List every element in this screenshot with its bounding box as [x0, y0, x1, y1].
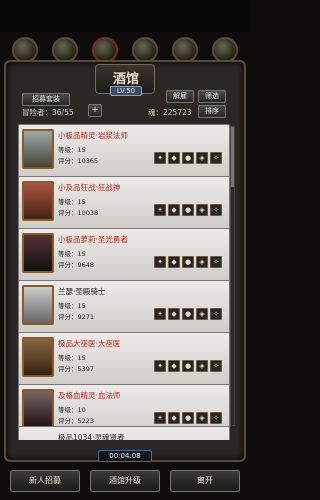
armor-slot-icon[interactable]: ◆: [168, 412, 180, 424]
weapon-slot-icon[interactable]: ✦: [154, 256, 166, 268]
tavern-upgrade-button[interactable]: 酒馆升级: [90, 470, 160, 492]
soul-count: 魂：225723: [148, 108, 192, 117]
hero-level: 等级：15: [58, 198, 86, 206]
gem-slot-icon[interactable]: ✧: [210, 308, 222, 320]
sort-button[interactable]: 排序: [198, 105, 226, 118]
ring-slot-icon[interactable]: ◈: [196, 360, 208, 372]
hero-card[interactable]: 小极品萝莉·圣光勇者 等级：15 评分：9648 ✦ ◆ ● ◈ ✧: [18, 228, 230, 284]
hero-portrait: [22, 337, 54, 377]
hero-score: 评分：10365: [58, 157, 99, 165]
tavern-level-badge: LV.50: [110, 86, 142, 96]
hero-score: 评分：5397: [58, 365, 95, 373]
weapon-slot-icon[interactable]: ✦: [154, 152, 166, 164]
hero-level: 等级：10: [58, 406, 86, 414]
weapon-slot-icon[interactable]: ✦: [154, 308, 166, 320]
ring-slot-icon[interactable]: ◈: [196, 412, 208, 424]
hero-name: 小极品精灵·岩浆法师: [58, 131, 128, 140]
ring-slot-icon[interactable]: ◈: [196, 152, 208, 164]
gem-slot-icon[interactable]: ✧: [210, 360, 222, 372]
filter-button[interactable]: 筛选: [198, 90, 226, 103]
armor-slot-icon[interactable]: ◆: [168, 152, 180, 164]
gem-slot-icon[interactable]: ✧: [210, 412, 222, 424]
add-slot-button[interactable]: +: [88, 104, 102, 117]
top-status-bar: [0, 0, 250, 32]
hero-name: 兰瑟·圣殿骑士: [58, 287, 106, 296]
accessory-slot-icon[interactable]: ●: [182, 204, 194, 216]
hero-card[interactable]: 极品1034·灵魂贤者: [18, 426, 230, 440]
armor-slot-icon[interactable]: ◆: [168, 204, 180, 216]
armor-slot-icon[interactable]: ◆: [168, 360, 180, 372]
leave-button[interactable]: 离开: [170, 470, 240, 492]
armor-slot-icon[interactable]: ◆: [168, 308, 180, 320]
hero-level: 等级：15: [58, 354, 86, 362]
hero-portrait: [22, 233, 54, 273]
hero-portrait: [22, 181, 54, 221]
weapon-slot-icon[interactable]: ✦: [154, 412, 166, 424]
hero-score: 评分：10038: [58, 209, 99, 217]
new-recruit-button[interactable]: 新人招募: [10, 470, 80, 492]
page-title: 酒馆: [112, 72, 139, 87]
hero-name: 小及品狂战·狂战神: [58, 183, 121, 192]
countdown-timer: 00:04:08: [98, 450, 152, 462]
gem-slot-icon[interactable]: ✧: [210, 152, 222, 164]
scrollbar-thumb[interactable]: [231, 127, 234, 187]
hero-card[interactable]: 兰瑟·圣殿骑士 等级：15 评分：9271 ✦ ◆ ● ◈ ✧: [18, 280, 230, 336]
armor-slot-icon[interactable]: ◆: [168, 256, 180, 268]
hero-score: 评分：5223: [58, 417, 95, 425]
ring-slot-icon[interactable]: ◈: [196, 308, 208, 320]
list-scrollbar[interactable]: [230, 126, 235, 426]
hero-score: 评分：9648: [58, 261, 95, 269]
adventurer-count: 冒险者：36/55: [22, 108, 74, 117]
accessory-slot-icon[interactable]: ●: [182, 152, 194, 164]
hero-portrait: [22, 389, 54, 429]
gem-slot-icon[interactable]: ✧: [210, 204, 222, 216]
accessory-slot-icon[interactable]: ●: [182, 308, 194, 320]
weapon-slot-icon[interactable]: ✦: [154, 360, 166, 372]
hero-card[interactable]: 极品大巫医·大巫医 等级：15 评分：5397 ✦ ◆ ● ◈ ✧: [18, 332, 230, 388]
hero-name: 极品大巫医·大巫医: [58, 339, 121, 348]
hero-name: 极品1034·灵魂贤者: [58, 433, 125, 440]
ring-slot-icon[interactable]: ◈: [196, 204, 208, 216]
accessory-slot-icon[interactable]: ●: [182, 256, 194, 268]
hero-level: 等级：15: [58, 250, 86, 258]
hero-level: 等级：15: [58, 146, 86, 154]
gem-slot-icon[interactable]: ✧: [210, 256, 222, 268]
hero-card[interactable]: 小极品精灵·岩浆法师 等级：15 评分：10365 ✦ ◆ ● ◈ ✧: [18, 124, 230, 180]
hero-list[interactable]: 小极品精灵·岩浆法师 等级：15 评分：10365 ✦ ◆ ● ◈ ✧ 小及品狂…: [18, 120, 232, 440]
hero-name: 及格血精灵·血法师: [58, 391, 121, 400]
hero-card[interactable]: 小及品狂战·狂战神 等级：15 评分：10038 ✦ ◆ ● ◈ ✧: [18, 176, 230, 232]
weapon-slot-icon[interactable]: ✦: [154, 204, 166, 216]
accessory-slot-icon[interactable]: ●: [182, 360, 194, 372]
hero-score: 评分：9271: [58, 313, 95, 321]
hero-level: 等级：15: [58, 302, 86, 310]
ring-slot-icon[interactable]: ◈: [196, 256, 208, 268]
recruit-set-tab[interactable]: 招募套装: [22, 93, 70, 106]
hero-name: 小极品萝莉·圣光勇者: [58, 235, 128, 244]
hero-portrait: [22, 129, 54, 169]
accessory-slot-icon[interactable]: ●: [182, 412, 194, 424]
hero-portrait: [22, 285, 54, 325]
dismiss-button[interactable]: 解雇: [166, 90, 194, 103]
